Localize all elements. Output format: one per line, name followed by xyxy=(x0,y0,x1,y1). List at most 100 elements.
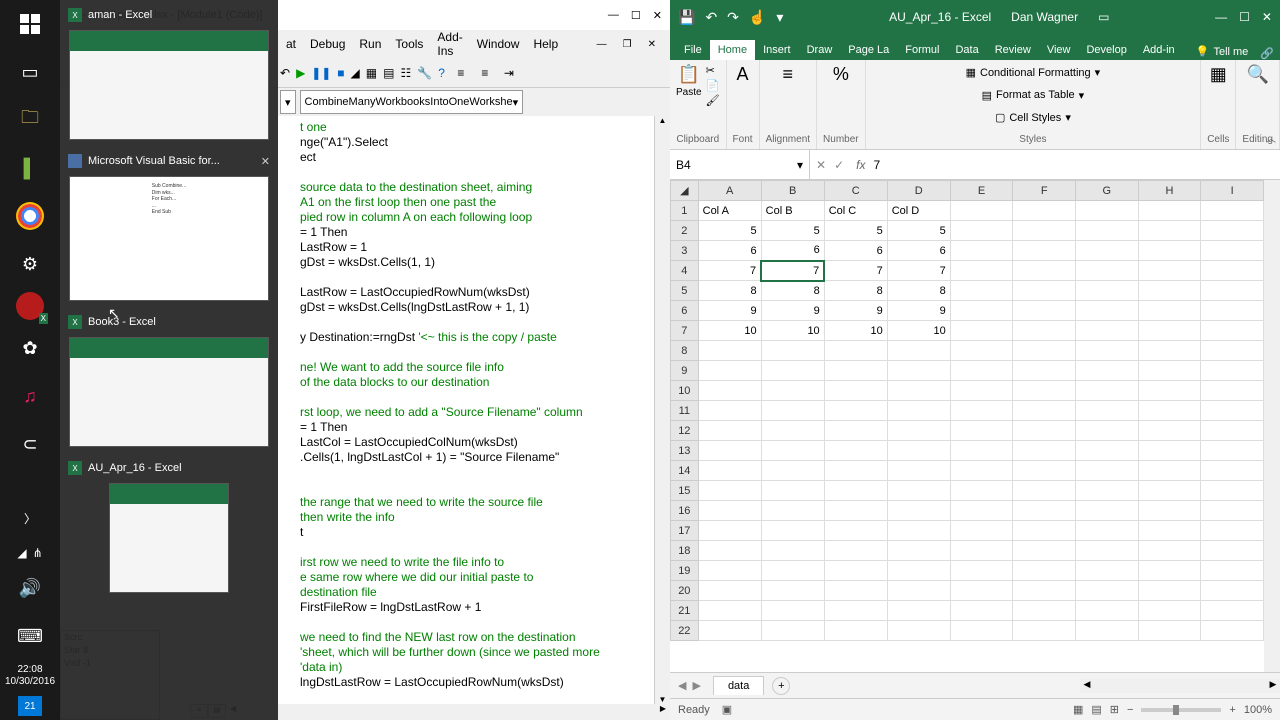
cell[interactable] xyxy=(698,581,761,601)
cell[interactable] xyxy=(1138,421,1201,441)
cell[interactable] xyxy=(887,441,950,461)
cell[interactable] xyxy=(1138,241,1201,261)
cell[interactable] xyxy=(1201,441,1264,461)
undo-icon[interactable]: ↶ xyxy=(705,9,717,26)
project-icon[interactable]: ▦ xyxy=(366,63,377,83)
cell[interactable] xyxy=(1201,301,1264,321)
indent-icon[interactable]: ≡ xyxy=(451,63,471,83)
cell[interactable] xyxy=(950,381,1013,401)
row-header[interactable]: 19 xyxy=(671,561,699,581)
cell[interactable] xyxy=(1013,201,1076,221)
switcher-thumbnail[interactable] xyxy=(69,30,269,140)
cell[interactable] xyxy=(950,461,1013,481)
excel-titlebar[interactable]: 💾 ↶ ↷ ☝ ▾ AU_Apr_16 - Excel Dan Wagner ▭… xyxy=(670,0,1280,34)
cell[interactable] xyxy=(1013,281,1076,301)
cell[interactable]: 7 xyxy=(824,261,887,281)
cell[interactable] xyxy=(698,421,761,441)
cell[interactable] xyxy=(761,561,824,581)
cell[interactable]: 9 xyxy=(698,301,761,321)
cell[interactable]: 8 xyxy=(698,281,761,301)
cell[interactable] xyxy=(1076,441,1139,461)
inner-close-icon[interactable]: ✕ xyxy=(642,37,662,52)
app-icon-gear[interactable]: ✿ xyxy=(10,328,50,368)
cell[interactable] xyxy=(950,521,1013,541)
tab-addins[interactable]: Add-in xyxy=(1135,40,1183,60)
add-sheet-button[interactable]: + xyxy=(772,677,790,695)
cell[interactable] xyxy=(1013,481,1076,501)
tab-data[interactable]: Data xyxy=(947,40,986,60)
row-header[interactable]: 7 xyxy=(671,321,699,341)
cell[interactable] xyxy=(824,441,887,461)
view-layout-icon[interactable]: ▤ xyxy=(1091,703,1101,716)
cell[interactable] xyxy=(1013,261,1076,281)
cell[interactable] xyxy=(1076,481,1139,501)
cell[interactable] xyxy=(887,341,950,361)
cell[interactable]: 5 xyxy=(887,221,950,241)
cell[interactable] xyxy=(1076,261,1139,281)
cell[interactable] xyxy=(1138,221,1201,241)
cell[interactable] xyxy=(1138,281,1201,301)
cell[interactable]: 10 xyxy=(698,321,761,341)
cell[interactable] xyxy=(824,621,887,641)
cell[interactable] xyxy=(761,541,824,561)
cell[interactable] xyxy=(1076,501,1139,521)
zoom-out-icon[interactable]: − xyxy=(1127,704,1133,716)
switcher-item-auapr[interactable]: XAU_Apr_16 - Excel xyxy=(64,457,274,593)
cell[interactable] xyxy=(950,301,1013,321)
save-icon[interactable]: 💾 xyxy=(678,9,695,26)
maximize-icon[interactable]: ☐ xyxy=(1239,10,1250,24)
cell[interactable] xyxy=(950,621,1013,641)
cell[interactable] xyxy=(887,501,950,521)
cell[interactable] xyxy=(1076,361,1139,381)
cell[interactable] xyxy=(824,541,887,561)
inner-restore-icon[interactable]: ❐ xyxy=(617,37,638,52)
switcher-thumbnail[interactable]: Sub Combine...Dim wks...For Each......En… xyxy=(69,176,269,301)
cell[interactable] xyxy=(887,481,950,501)
cell[interactable] xyxy=(698,601,761,621)
row-header[interactable]: 2 xyxy=(671,221,699,241)
bookmark-icon[interactable]: ⇥ xyxy=(499,63,519,83)
cell[interactable] xyxy=(698,401,761,421)
cell[interactable] xyxy=(1201,601,1264,621)
cell[interactable]: 9 xyxy=(887,301,950,321)
row-header[interactable]: 17 xyxy=(671,521,699,541)
cell[interactable] xyxy=(698,461,761,481)
tab-file[interactable]: File xyxy=(676,40,710,60)
cell[interactable] xyxy=(950,421,1013,441)
cell[interactable] xyxy=(824,581,887,601)
column-header[interactable]: C xyxy=(824,181,887,201)
cell[interactable] xyxy=(824,341,887,361)
cell[interactable]: 5 xyxy=(824,221,887,241)
cell[interactable] xyxy=(1013,621,1076,641)
cell[interactable] xyxy=(1138,481,1201,501)
cell[interactable] xyxy=(950,441,1013,461)
close-icon[interactable]: ✕ xyxy=(1262,10,1272,24)
cell[interactable] xyxy=(950,501,1013,521)
menu-tools[interactable]: Tools xyxy=(389,35,429,53)
row-header[interactable]: 12 xyxy=(671,421,699,441)
column-header[interactable]: G xyxy=(1076,181,1139,201)
cell[interactable] xyxy=(950,241,1013,261)
cell[interactable] xyxy=(1013,441,1076,461)
cell[interactable] xyxy=(1013,221,1076,241)
row-header[interactable]: 3 xyxy=(671,241,699,261)
cut-icon[interactable]: ✂ xyxy=(706,64,720,77)
macro-record-icon[interactable]: ▣ xyxy=(722,703,732,716)
qat-dropdown-icon[interactable]: ▾ xyxy=(776,9,783,26)
cell[interactable] xyxy=(1013,341,1076,361)
share-icon[interactable]: 🔗 xyxy=(1260,47,1274,60)
settings-icon[interactable]: ⚙ xyxy=(10,244,50,284)
cell[interactable] xyxy=(1201,421,1264,441)
cell[interactable] xyxy=(1076,321,1139,341)
taskbar-clock[interactable]: 22:08 10/30/2016 xyxy=(1,660,59,692)
cell[interactable] xyxy=(1138,601,1201,621)
switcher-item-aman[interactable]: Xaman - Excel xyxy=(64,4,274,140)
pause-icon[interactable]: ❚❚ xyxy=(311,63,331,83)
cell[interactable] xyxy=(761,501,824,521)
cell[interactable]: Col D xyxy=(887,201,950,221)
cell[interactable] xyxy=(824,401,887,421)
cell[interactable] xyxy=(887,461,950,481)
row-header[interactable]: 5 xyxy=(671,281,699,301)
chrome-icon[interactable] xyxy=(10,196,50,236)
cell[interactable] xyxy=(1013,381,1076,401)
